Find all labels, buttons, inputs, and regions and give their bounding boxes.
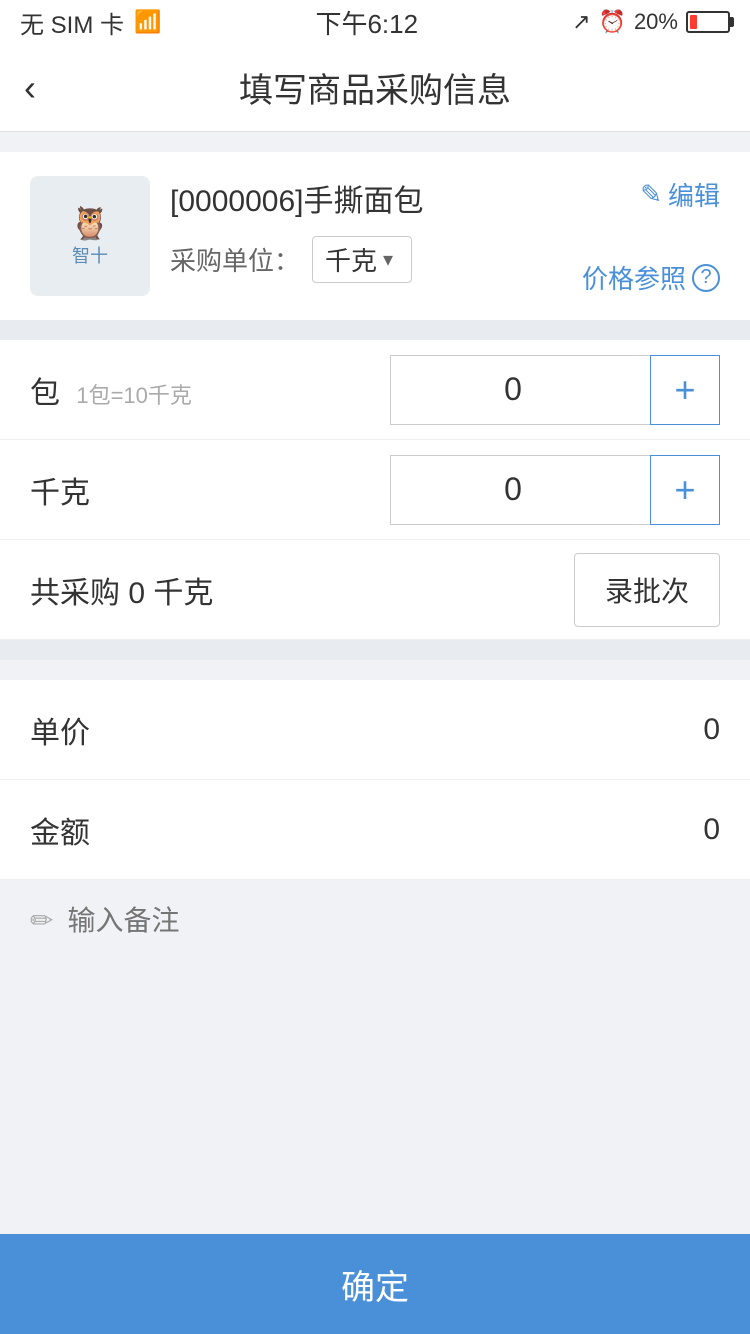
bao-plus-button[interactable]: + xyxy=(650,355,720,425)
page-title: 填写商品采购信息 xyxy=(239,63,511,112)
kg-plus-button[interactable]: + xyxy=(650,455,720,525)
bao-input-control: + xyxy=(390,355,720,425)
back-button[interactable]: ‹ xyxy=(24,67,36,109)
batch-button[interactable]: 录批次 xyxy=(574,553,720,627)
pencil-icon: ✏ xyxy=(30,904,53,937)
remark-section: ✏ xyxy=(0,880,750,961)
location-icon: ↗ xyxy=(572,9,590,35)
battery-percent: 20% xyxy=(634,9,678,35)
nav-bar: ‹ 填写商品采购信息 xyxy=(0,44,750,132)
status-bar: 无 SIM 卡 📶 下午6:12 ↗ ⏰ 20% xyxy=(0,0,750,44)
divider-2 xyxy=(0,640,750,660)
owl-name-label: 智十 xyxy=(72,246,108,266)
info-section: 单价 0 金额 0 xyxy=(0,680,750,880)
total-label: 共采购 0 千克 xyxy=(30,568,213,612)
edit-icon: ✎ xyxy=(640,179,662,210)
bao-row: 包 1包=10千克 + xyxy=(0,340,750,440)
amount-row: 金额 0 xyxy=(0,780,750,880)
price-ref-label: 价格参照 xyxy=(582,259,686,296)
wifi-icon: 📶 xyxy=(134,9,161,35)
status-time: 下午6:12 xyxy=(315,4,418,41)
unit-dropdown[interactable]: 千克 xyxy=(312,236,412,283)
product-image: 🦉 智十 xyxy=(30,176,150,296)
price-label: 单价 xyxy=(30,708,90,752)
help-icon: ? xyxy=(692,264,720,292)
total-row: 共采购 0 千克 录批次 xyxy=(0,540,750,640)
total-amount: 0 xyxy=(128,577,145,610)
kg-row: 千克 + xyxy=(0,440,750,540)
amount-value: 0 xyxy=(703,813,720,847)
confirm-button[interactable]: 确定 xyxy=(0,1234,750,1334)
status-left: 无 SIM 卡 📶 xyxy=(20,5,161,40)
bao-label: 包 1包=10千克 xyxy=(30,368,390,412)
alarm-icon: ⏰ xyxy=(599,9,626,35)
amount-label: 金额 xyxy=(30,808,90,852)
price-ref-button[interactable]: 价格参照 ? xyxy=(582,259,720,296)
edit-button[interactable]: ✎ 编辑 xyxy=(640,176,720,213)
remark-input[interactable] xyxy=(67,905,720,937)
kg-input-control: + xyxy=(390,455,720,525)
product-name: [0000006]手撕面包 xyxy=(170,176,720,220)
bao-sublabel: 1包=10千克 xyxy=(76,383,192,408)
sim-label: 无 SIM 卡 xyxy=(20,5,124,40)
unit-label: 采购单位： xyxy=(170,241,300,278)
status-right: ↗ ⏰ 20% xyxy=(572,9,730,35)
price-row: 单价 0 xyxy=(0,680,750,780)
owl-icon: 🦉 xyxy=(70,204,110,242)
kg-label: 千克 xyxy=(30,468,390,512)
input-section: 包 1包=10千克 + 千克 + xyxy=(0,340,750,540)
kg-input[interactable] xyxy=(390,455,650,525)
divider-1 xyxy=(0,320,750,340)
product-card: 🦉 智十 [0000006]手撕面包 采购单位： 千克 ✎ 编辑 价格参照 ? xyxy=(0,152,750,320)
bao-input[interactable] xyxy=(390,355,650,425)
price-value: 0 xyxy=(703,713,720,747)
battery-icon xyxy=(686,11,730,33)
